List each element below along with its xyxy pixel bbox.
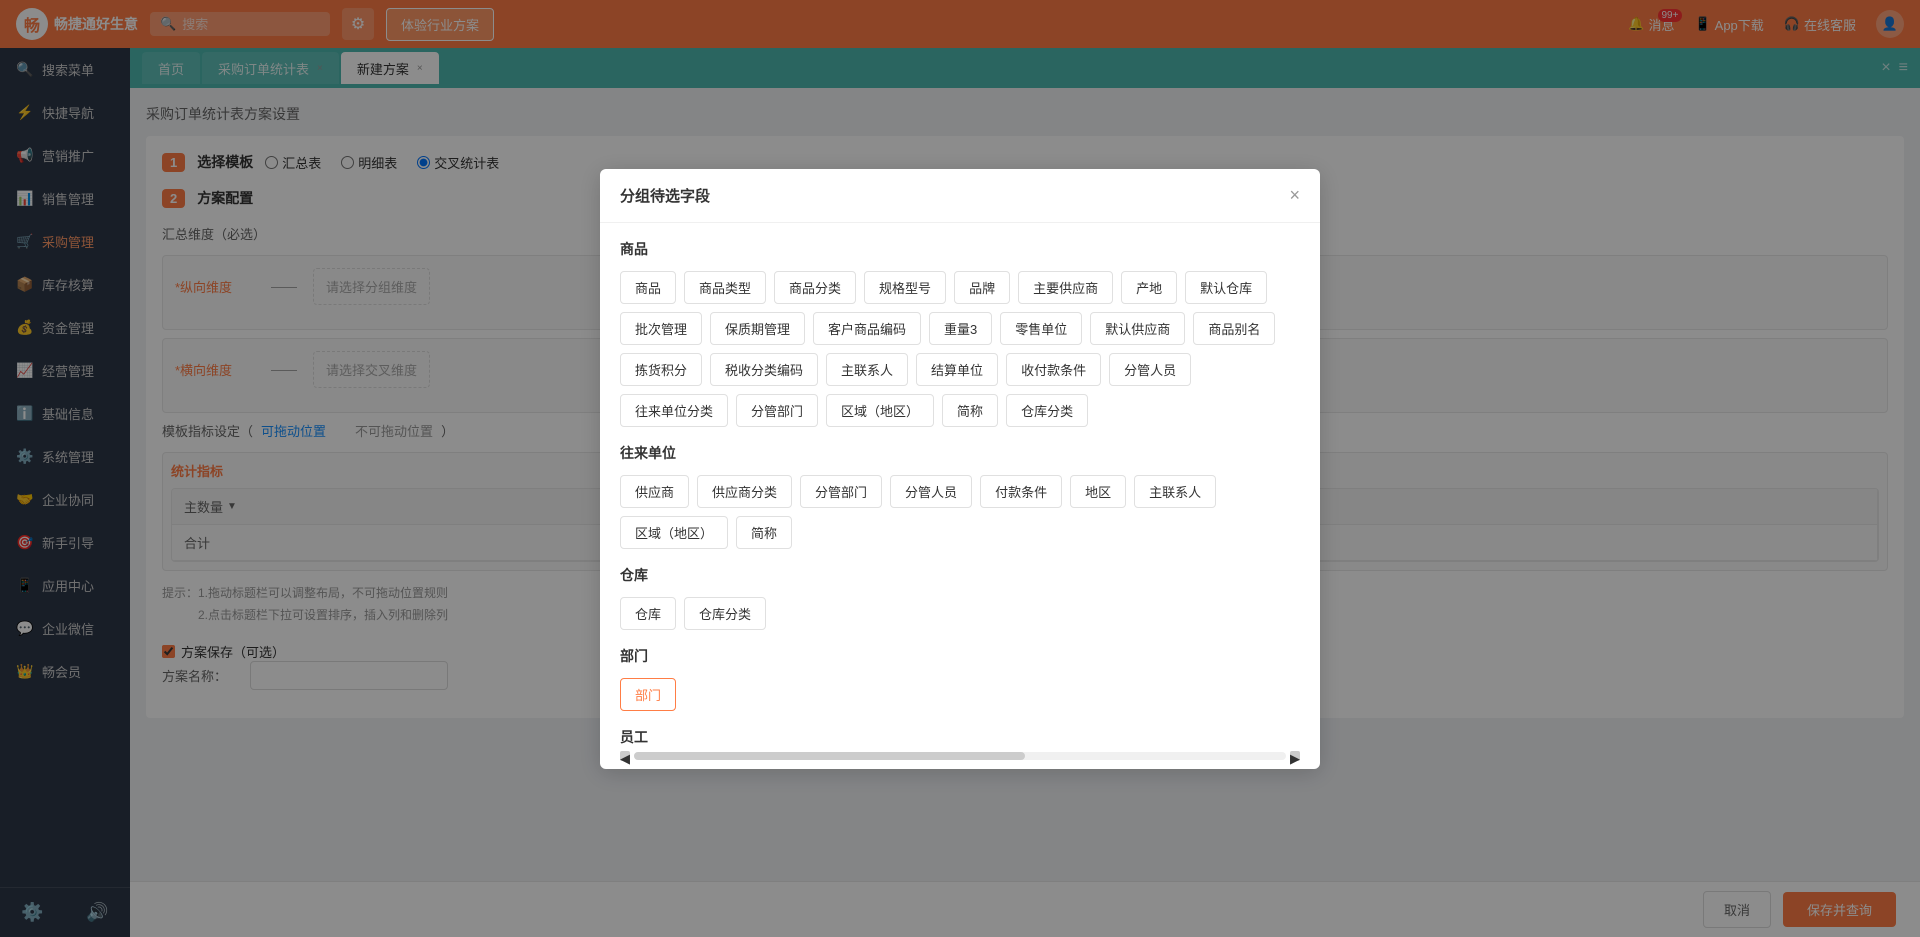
modal-close-button[interactable]: × bbox=[1289, 186, 1300, 204]
hscroll-left-arrow[interactable]: ◀ bbox=[620, 751, 630, 761]
field-contact2[interactable]: 主联系人 bbox=[1134, 475, 1216, 508]
group-transaction-title: 往来单位 bbox=[620, 443, 1300, 463]
field-tax-code[interactable]: 税收分类编码 bbox=[710, 353, 818, 386]
group-dept-title: 部门 bbox=[620, 646, 1300, 666]
field-goods-alias[interactable]: 商品别名 bbox=[1193, 312, 1275, 345]
hscrollbar-thumb[interactable] bbox=[634, 752, 1025, 760]
field-main-supplier[interactable]: 主要供应商 bbox=[1018, 271, 1113, 304]
group-employee-title: 员工 bbox=[620, 727, 1300, 747]
field-wh[interactable]: 仓库 bbox=[620, 597, 676, 630]
field-expiry-mgmt[interactable]: 保质期管理 bbox=[710, 312, 805, 345]
field-dept2[interactable]: 分管部门 bbox=[800, 475, 882, 508]
group-dept-fields: 部门 bbox=[620, 678, 1300, 711]
field-supplier[interactable]: 供应商 bbox=[620, 475, 689, 508]
field-spec-type[interactable]: 规格型号 bbox=[864, 271, 946, 304]
field-origin[interactable]: 产地 bbox=[1121, 271, 1177, 304]
modal-hscrollbar-area: ◀ ▶ bbox=[600, 747, 1320, 769]
field-pay-terms[interactable]: 付款条件 bbox=[980, 475, 1062, 508]
field-default-warehouse[interactable]: 默认仓库 bbox=[1185, 271, 1267, 304]
field-region2[interactable]: 区域（地区） bbox=[620, 516, 728, 549]
group-transaction-fields: 供应商 供应商分类 分管部门 分管人员 付款条件 地区 主联系人 区域（地区） … bbox=[620, 475, 1300, 549]
group-warehouse-fields: 仓库 仓库分类 bbox=[620, 597, 1300, 630]
field-charge-dept[interactable]: 分管部门 bbox=[736, 394, 818, 427]
field-wh-cat2[interactable]: 仓库分类 bbox=[684, 597, 766, 630]
field-charge-person[interactable]: 分管人员 bbox=[1109, 353, 1191, 386]
group-goods-fields: 商品 商品类型 商品分类 规格型号 品牌 主要供应商 产地 默认仓库 批次管理 … bbox=[620, 271, 1300, 427]
modal-overlay: 分组待选字段 × 商品 商品 商品类型 商品分类 规格型号 品牌 主要供应商 产… bbox=[0, 0, 1920, 937]
hscroll-right-arrow[interactable]: ▶ bbox=[1290, 751, 1300, 761]
field-weight3[interactable]: 重量3 bbox=[929, 312, 992, 345]
group-warehouse-title: 仓库 bbox=[620, 565, 1300, 585]
field-batch-mgmt[interactable]: 批次管理 bbox=[620, 312, 702, 345]
field-charge-staff[interactable]: 分管人员 bbox=[890, 475, 972, 508]
group-goods-title: 商品 bbox=[620, 239, 1300, 259]
field-wh-category[interactable]: 仓库分类 bbox=[1006, 394, 1088, 427]
field-supplier-category[interactable]: 供应商分类 bbox=[697, 475, 792, 508]
field-goods[interactable]: 商品 bbox=[620, 271, 676, 304]
field-area[interactable]: 地区 bbox=[1070, 475, 1126, 508]
field-goods-category[interactable]: 商品分类 bbox=[774, 271, 856, 304]
field-from-unit-cat[interactable]: 往来单位分类 bbox=[620, 394, 728, 427]
field-main-contact[interactable]: 主联系人 bbox=[826, 353, 908, 386]
field-region-area[interactable]: 区域（地区） bbox=[826, 394, 934, 427]
modal-title: 分组待选字段 bbox=[620, 185, 710, 206]
field-short-name[interactable]: 简称 bbox=[942, 394, 998, 427]
field-goods-type[interactable]: 商品类型 bbox=[684, 271, 766, 304]
modal-dialog: 分组待选字段 × 商品 商品 商品类型 商品分类 规格型号 品牌 主要供应商 产… bbox=[600, 169, 1320, 769]
modal-header: 分组待选字段 × bbox=[600, 169, 1320, 223]
field-default-supplier[interactable]: 默认供应商 bbox=[1090, 312, 1185, 345]
field-customer-code[interactable]: 客户商品编码 bbox=[813, 312, 921, 345]
field-brand[interactable]: 品牌 bbox=[954, 271, 1010, 304]
field-payment-terms[interactable]: 收付款条件 bbox=[1006, 353, 1101, 386]
field-abbr[interactable]: 简称 bbox=[736, 516, 792, 549]
hscrollbar-track[interactable] bbox=[634, 752, 1286, 760]
modal-body: 商品 商品 商品类型 商品分类 规格型号 品牌 主要供应商 产地 默认仓库 批次… bbox=[600, 223, 1320, 747]
field-dept-field[interactable]: 部门 bbox=[620, 678, 676, 711]
field-retail-unit[interactable]: 零售单位 bbox=[1000, 312, 1082, 345]
field-settlement-unit[interactable]: 结算单位 bbox=[916, 353, 998, 386]
field-pickup-points[interactable]: 拣货积分 bbox=[620, 353, 702, 386]
